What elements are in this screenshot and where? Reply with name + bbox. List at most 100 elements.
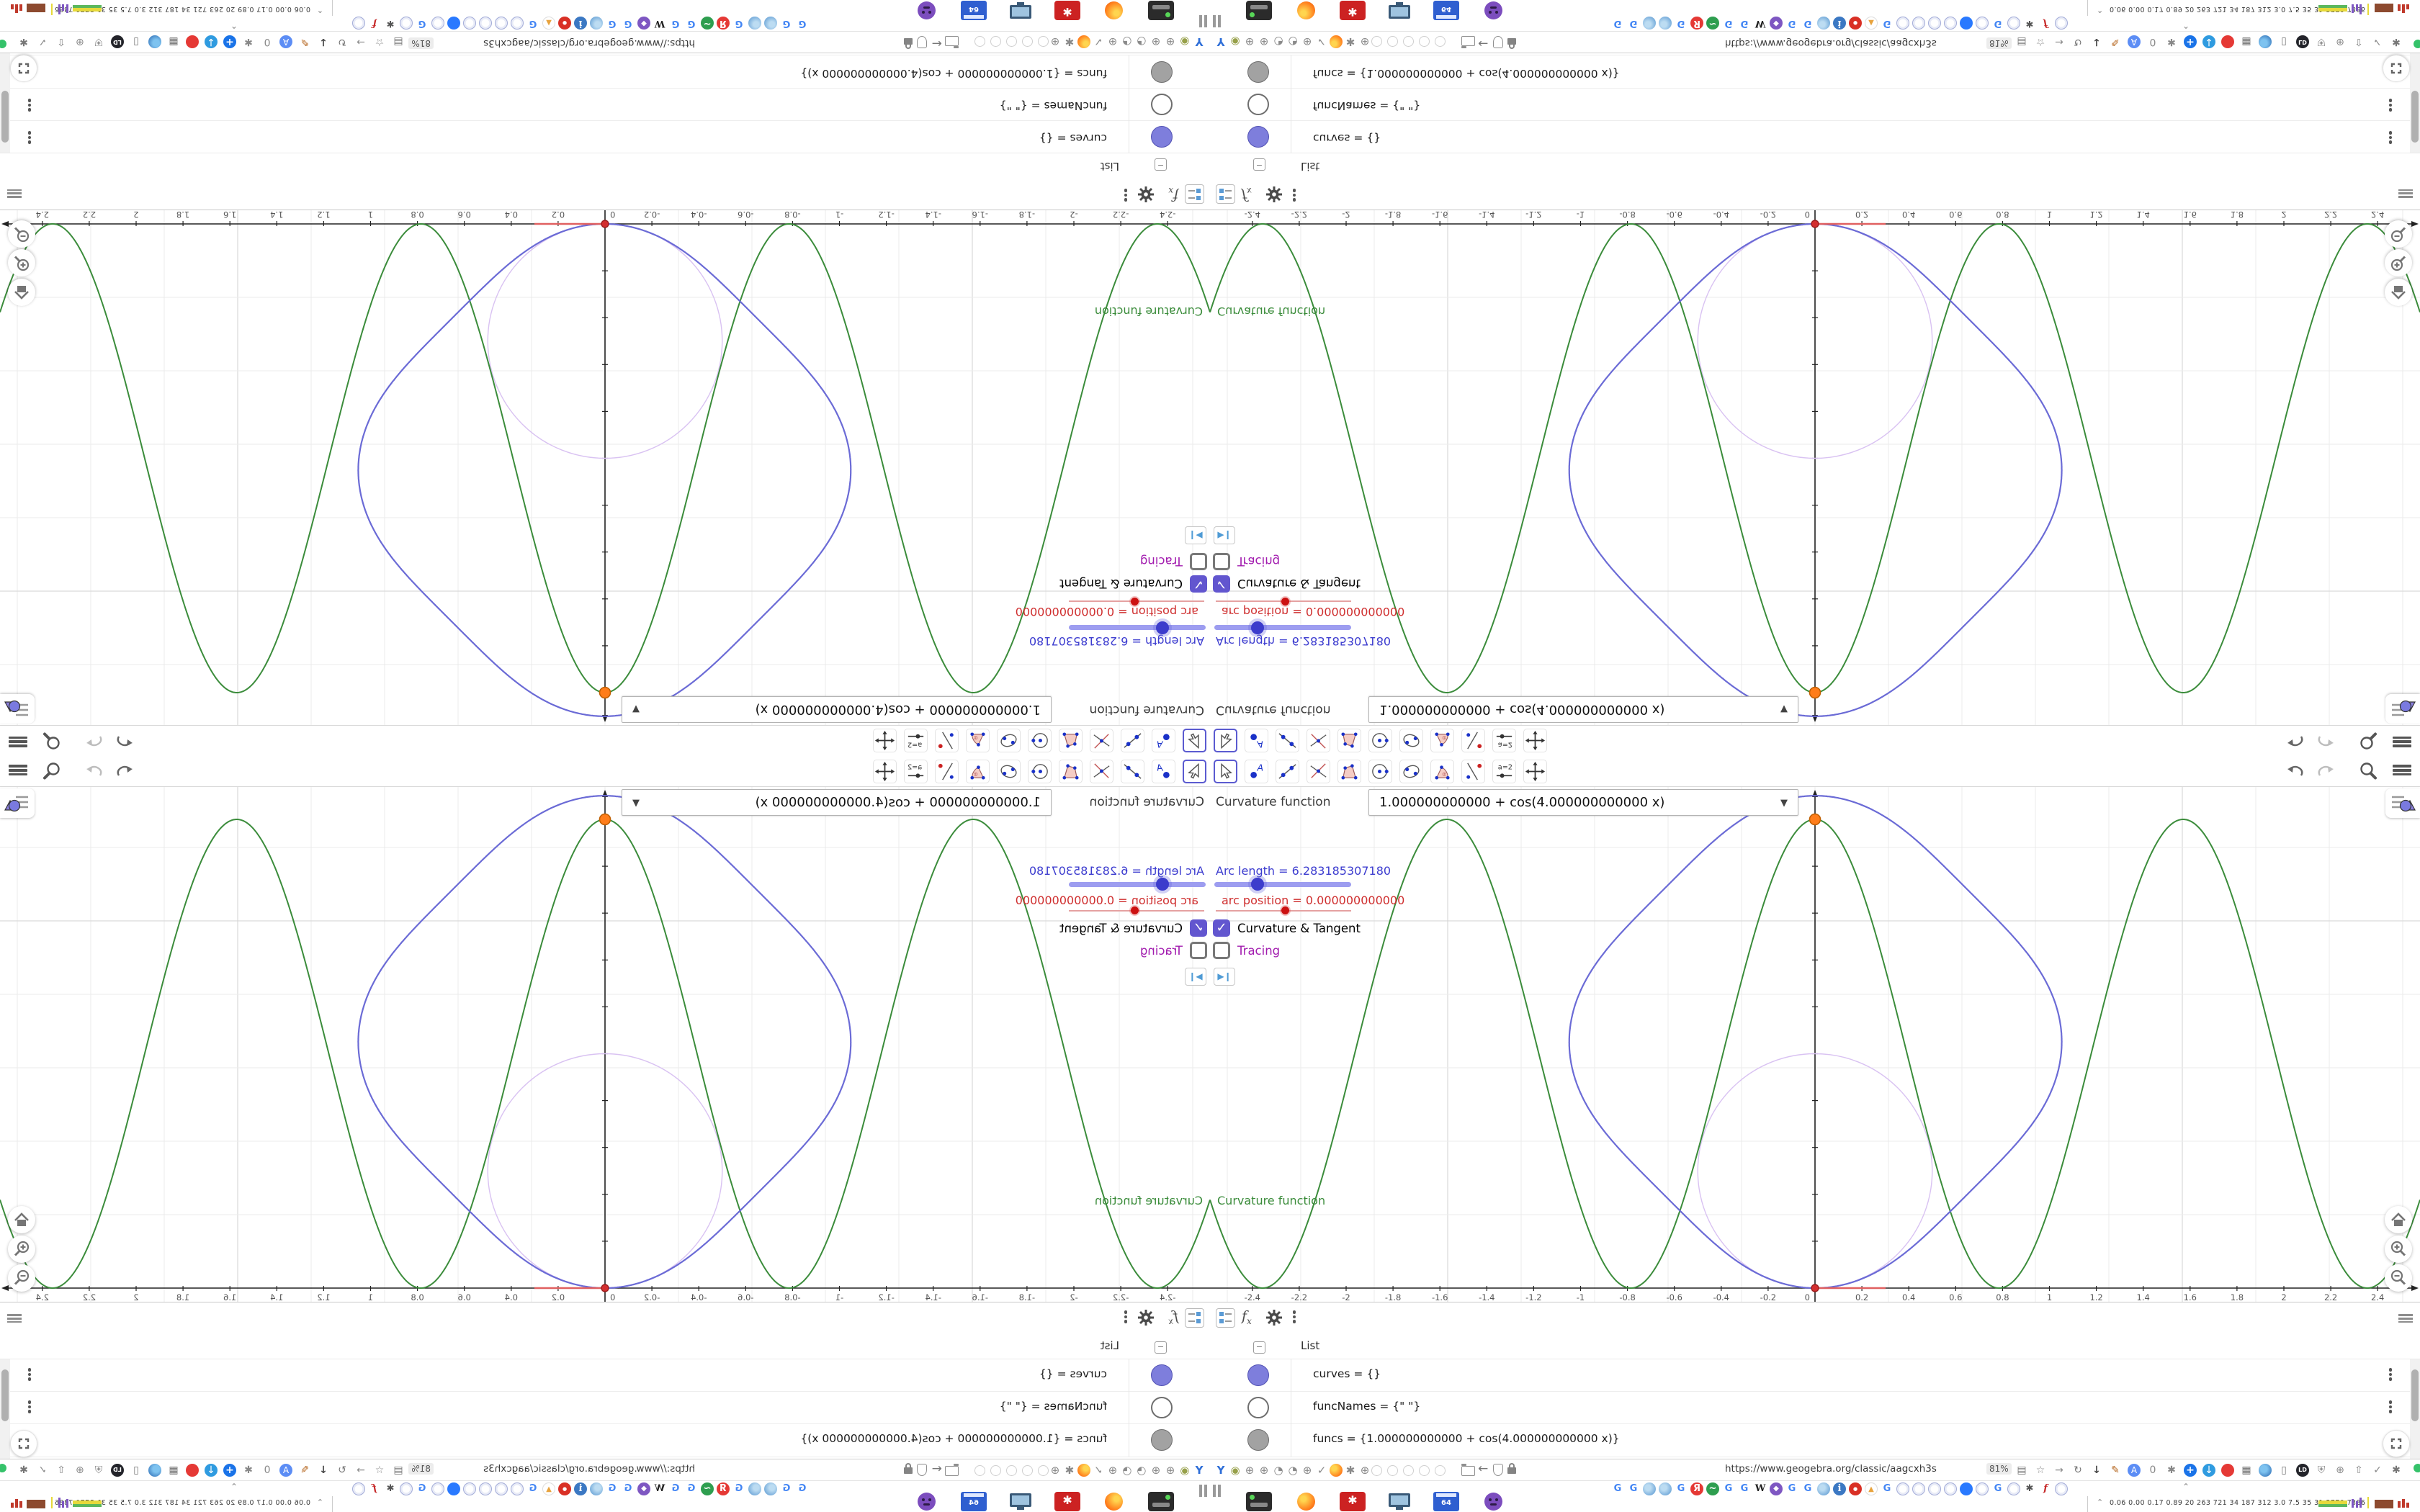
- kebab-icon[interactable]: [1292, 1309, 1296, 1326]
- wrench-icon[interactable]: ✓: [2371, 1464, 2384, 1477]
- gear-icon[interactable]: [1265, 1308, 1283, 1327]
- chevron-up-icon[interactable]: ⌃: [230, 20, 238, 30]
- slider-tool-button[interactable]: a=2: [1492, 760, 1516, 783]
- visibility-marble[interactable]: [1151, 1364, 1173, 1386]
- drive-icon[interactable]: [1148, 1, 1174, 20]
- favicon-bluedot[interactable]: [1960, 17, 1973, 30]
- algebra-row-funcnames[interactable]: funcNames = {" "}: [0, 1392, 1210, 1424]
- zero-icon[interactable]: 0: [2146, 1464, 2159, 1477]
- redo-icon[interactable]: [84, 730, 105, 750]
- undo-icon[interactable]: [114, 762, 135, 782]
- download-icon[interactable]: ↓: [317, 1464, 330, 1477]
- wrench-icon[interactable]: ✓: [36, 35, 49, 48]
- panel-menu-icon[interactable]: [2398, 188, 2413, 199]
- favicon-wave[interactable]: ~: [1706, 17, 1719, 30]
- arc-length-slider-knob[interactable]: [1156, 621, 1169, 634]
- firefox-icon[interactable]: [1330, 1464, 1343, 1477]
- perpendicular-tool-button[interactable]: [1090, 729, 1113, 752]
- down-blue-icon[interactable]: ↓: [2202, 1464, 2215, 1477]
- globe-icon[interactable]: ⊕: [2334, 1464, 2347, 1477]
- favicon-YA[interactable]: Я: [1690, 1482, 1703, 1495]
- algebra-view-button[interactable]: [1216, 1308, 1235, 1328]
- fullscreen-button[interactable]: [10, 1430, 37, 1457]
- graphics-view[interactable]: -2.4 -2.2 -2 -1.8 -1.6 -1.4 -1.2 -1 -0.8 -0.6 -0.4…: [1210, 787, 2420, 1302]
- scrollbar-thumb[interactable]: [1, 91, 9, 143]
- globe-icon[interactable]: ⊕: [1243, 1464, 1256, 1477]
- ghost-extension-icon[interactable]: [990, 36, 1001, 47]
- kebab-icon[interactable]: [27, 1367, 32, 1384]
- collapse-icon[interactable]: −: [1155, 1341, 1167, 1354]
- favicon-G[interactable]: G: [796, 17, 809, 30]
- shield-icon[interactable]: [1493, 36, 1503, 48]
- zero-icon[interactable]: 0: [2146, 35, 2159, 48]
- favicon-bluedot[interactable]: [1960, 1482, 1973, 1495]
- zero-icon[interactable]: 0: [261, 1464, 274, 1477]
- gear-icon[interactable]: ✱: [2390, 1464, 2403, 1477]
- translate-icon[interactable]: ▤: [392, 35, 405, 48]
- collapse-icon[interactable]: −: [1155, 158, 1167, 171]
- download-icon[interactable]: ↓: [2090, 1464, 2103, 1477]
- gauge-icon[interactable]: ◔: [1121, 1464, 1134, 1477]
- gear-icon[interactable]: ✱: [1344, 35, 1357, 48]
- chevron-down-icon[interactable]: ▼: [1780, 798, 1788, 809]
- firefox-icon[interactable]: [1101, 1492, 1127, 1511]
- favicon-ring[interactable]: [2055, 17, 2068, 30]
- chevron-up-icon[interactable]: ⌃: [2182, 1482, 2190, 1492]
- olive-ring-icon[interactable]: ◉: [1229, 1464, 1242, 1477]
- scrollbar[interactable]: [0, 53, 10, 153]
- reload-icon[interactable]: ↻: [2071, 1464, 2084, 1477]
- algebra-row-funcnames[interactable]: funcNames = {" "}: [1210, 88, 2420, 120]
- plus-blue-icon[interactable]: +: [2184, 35, 2197, 48]
- favicon-globe[interactable]: [748, 17, 761, 30]
- slider-tool-button[interactable]: a=2: [1492, 729, 1516, 752]
- circle-tool-button[interactable]: [1368, 729, 1392, 752]
- visibility-marble[interactable]: [1151, 94, 1173, 115]
- point-tool-button[interactable]: A: [1152, 729, 1175, 752]
- perpendicular-tool-button[interactable]: [1307, 729, 1330, 752]
- ghost-extension-icon[interactable]: [1403, 1465, 1414, 1476]
- ghost-extension-icon[interactable]: [1435, 1465, 1446, 1476]
- pen-icon[interactable]: ✎: [2109, 1464, 2122, 1477]
- globe-icon[interactable]: ⊕: [1106, 35, 1119, 48]
- favicon-reddot[interactable]: ●: [1849, 17, 1862, 30]
- favicon-ring[interactable]: [1928, 17, 1941, 30]
- favicon-diamond[interactable]: ◆: [1770, 1482, 1783, 1495]
- globe-icon[interactable]: ⊕: [73, 35, 86, 48]
- globe-icon[interactable]: ⊕: [1301, 1464, 1314, 1477]
- angle-tool-button[interactable]: α: [1430, 729, 1454, 752]
- red-dot-icon[interactable]: [2221, 1464, 2234, 1477]
- wrench-icon[interactable]: ✓: [1092, 35, 1105, 48]
- ld-icon[interactable]: LD: [111, 1464, 124, 1477]
- line-tool-button[interactable]: [1276, 729, 1299, 752]
- favicon-G[interactable]: G: [685, 17, 698, 30]
- favicon-G[interactable]: G: [1738, 1482, 1751, 1495]
- chevron-up-icon[interactable]: ⌃: [230, 1482, 238, 1492]
- favicon-ring[interactable]: [479, 17, 492, 30]
- gauge-icon[interactable]: ◔: [1121, 35, 1134, 48]
- favicon-ring[interactable]: [495, 1482, 508, 1495]
- reload-icon[interactable]: ↻: [336, 35, 349, 48]
- favicon-G[interactable]: G: [732, 1482, 745, 1495]
- favicon-globe[interactable]: [748, 1482, 761, 1495]
- arc-length-slider[interactable]: [1069, 621, 1206, 634]
- favicon-f[interactable]: f: [2039, 17, 2052, 30]
- favicon-G[interactable]: G: [732, 17, 745, 30]
- gear-icon[interactable]: ✱: [242, 35, 255, 48]
- reflect-tool-button[interactable]: [935, 729, 959, 752]
- fx-icon[interactable]: fx: [1242, 1308, 1252, 1326]
- favicon-globe[interactable]: [1643, 17, 1656, 30]
- ghost-extension-icon[interactable]: [1022, 1465, 1033, 1476]
- favicon-info[interactable]: i: [1833, 1482, 1846, 1495]
- y-logo-icon[interactable]: Y: [1214, 35, 1227, 48]
- zoom-level-badge[interactable]: 81%: [408, 1463, 434, 1475]
- visibility-marble[interactable]: [1151, 126, 1173, 148]
- zoom-level-badge[interactable]: 81%: [1986, 1463, 2012, 1475]
- favicon-ring[interactable]: [400, 17, 413, 30]
- scrollbar-thumb[interactable]: [2411, 91, 2419, 143]
- favicon-reddot[interactable]: ●: [558, 17, 571, 30]
- curvature-tangent-checkbox[interactable]: ✓: [1190, 919, 1207, 937]
- floppy64-icon[interactable]: 64: [961, 1, 987, 20]
- sphere-icon[interactable]: [148, 35, 161, 48]
- favicon-ring[interactable]: [1896, 17, 1909, 30]
- wrench-icon[interactable]: ✓: [1315, 1464, 1328, 1477]
